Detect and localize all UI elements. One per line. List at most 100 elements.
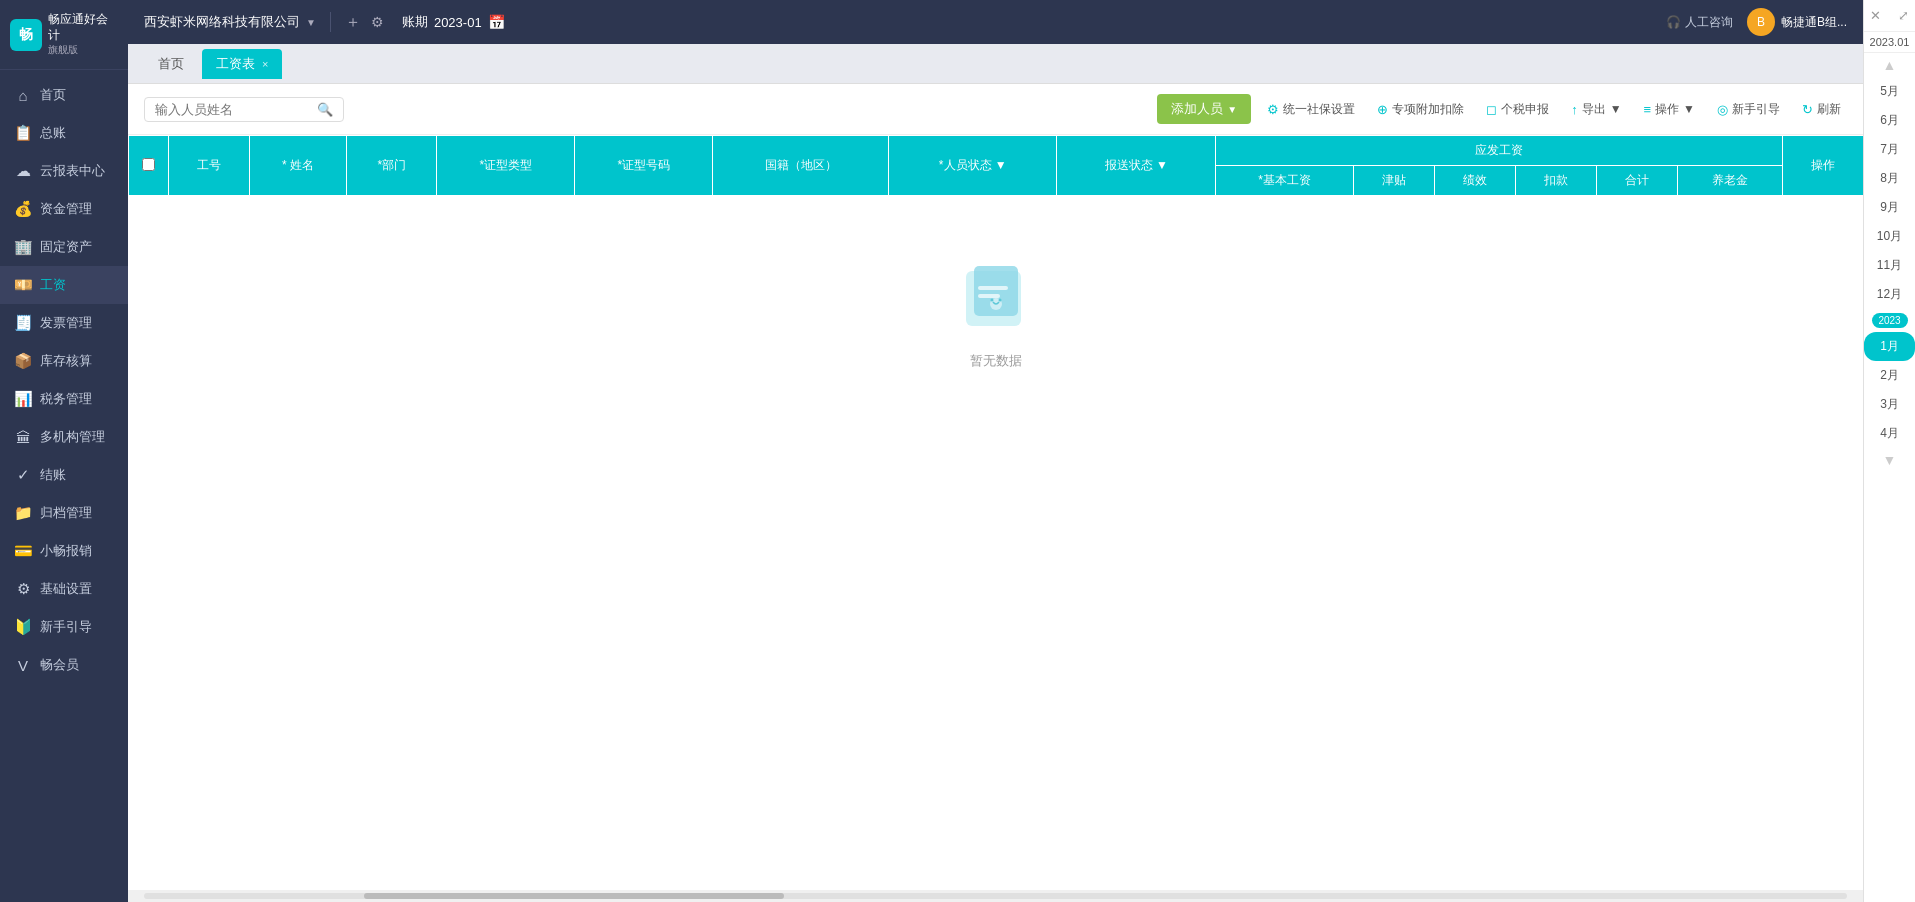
- search-box[interactable]: 🔍: [144, 97, 344, 122]
- month-prev-6[interactable]: 11月: [1864, 251, 1915, 280]
- month-prev-7[interactable]: 12月: [1864, 280, 1915, 309]
- tax-report-label: 个税申报: [1501, 101, 1549, 118]
- search-input[interactable]: [155, 102, 311, 117]
- tax-report-icon: ◻: [1486, 102, 1497, 117]
- sidebar-item-10[interactable]: ✓ 结账: [0, 456, 128, 494]
- topbar: 西安虾米网络科技有限公司 ▼ ＋ ⚙ 账期 2023-01 📅 🎧 人工咨询 B…: [128, 0, 1863, 44]
- month-prev-4[interactable]: 9月: [1864, 193, 1915, 222]
- sidebar-item-1[interactable]: 📋 总账: [0, 114, 128, 152]
- guide-button[interactable]: ◎ 新手引导: [1711, 97, 1786, 122]
- right-panel: ✕ ⤢ 2023.01 ▲ 5月6月7月8月9月10月11月12月20231月2…: [1863, 0, 1915, 902]
- month-prev-3[interactable]: 8月: [1864, 164, 1915, 193]
- sidebar-label-11: 归档管理: [40, 504, 92, 522]
- month-prev-0[interactable]: 5月: [1864, 77, 1915, 106]
- sidebar-icon-11: 📁: [14, 504, 32, 522]
- month-prev-2[interactable]: 7月: [1864, 135, 1915, 164]
- calendar-icon[interactable]: 📅: [488, 14, 505, 30]
- right-panel-header: ✕ ⤢: [1864, 0, 1915, 32]
- main-content: 西安虾米网络科技有限公司 ▼ ＋ ⚙ 账期 2023-01 📅 🎧 人工咨询 B…: [128, 0, 1863, 902]
- guide-label: 新手引导: [1732, 101, 1780, 118]
- scrollbar-track[interactable]: [144, 893, 1847, 899]
- sidebar-item-0[interactable]: ⌂首页: [0, 76, 128, 114]
- sidebar-icon-10: ✓: [14, 466, 32, 484]
- sidebar-item-8[interactable]: 📊税务管理: [0, 380, 128, 418]
- sidebar-label-8: 税务管理: [40, 390, 92, 408]
- month-prev-1[interactable]: 6月: [1864, 106, 1915, 135]
- operation-button[interactable]: ≡ 操作 ▼: [1638, 97, 1701, 122]
- sidebar-label-1: 总账: [40, 124, 66, 142]
- month-nav-down-button[interactable]: ▼: [1864, 448, 1915, 472]
- export-button[interactable]: ↑ 导出 ▼: [1565, 97, 1627, 122]
- empty-state: 暂无数据: [128, 196, 1863, 430]
- special-deduction-button[interactable]: ⊕ 专项附加扣除: [1371, 97, 1470, 122]
- topbar-settings-button[interactable]: ⚙: [371, 14, 384, 30]
- sidebar-label-15: 畅会员: [40, 656, 79, 674]
- sidebar-icon-2: ☁: [14, 162, 32, 180]
- sidebar-item-5[interactable]: 💴工资: [0, 266, 128, 304]
- scrollbar-thumb[interactable]: [364, 893, 784, 899]
- checkbox-header[interactable]: [129, 136, 169, 196]
- th-performance: 绩效: [1435, 166, 1516, 196]
- th-pension: 养老金: [1678, 166, 1783, 196]
- toolbar-right: 添加人员 ▼ ⚙ 统一社保设置 ⊕ 专项附加扣除 ◻ 个税申报 ↑ 导出: [1157, 94, 1847, 124]
- sidebar-item-14[interactable]: 🔰新手引导: [0, 608, 128, 646]
- tab-home[interactable]: 首页: [144, 49, 198, 79]
- th-allowance: 津贴: [1353, 166, 1434, 196]
- table-scrollbar[interactable]: [128, 890, 1863, 902]
- sidebar-item-15[interactable]: V畅会员: [0, 646, 128, 684]
- sidebar-item-13[interactable]: ⚙基础设置: [0, 570, 128, 608]
- sidebar-item-11[interactable]: 📁 归档管理: [0, 494, 128, 532]
- social-security-button[interactable]: ⚙ 统一社保设置: [1261, 97, 1361, 122]
- sidebar-item-4[interactable]: 🏢固定资产: [0, 228, 128, 266]
- th-action: 操作: [1783, 136, 1863, 196]
- export-icon: ↑: [1571, 102, 1578, 117]
- logo-icon: 畅: [10, 19, 42, 51]
- svg-rect-3: [978, 294, 1000, 298]
- month-current-2[interactable]: 3月: [1864, 390, 1915, 419]
- company-selector[interactable]: 西安虾米网络科技有限公司 ▼: [144, 13, 316, 31]
- sidebar-item-6[interactable]: 🧾发票管理: [0, 304, 128, 342]
- person-status-filter-icon: ▼: [995, 158, 1007, 172]
- svg-point-5: [990, 299, 993, 302]
- month-current-1[interactable]: 2月: [1864, 361, 1915, 390]
- support-button[interactable]: 🎧 人工咨询: [1666, 14, 1733, 31]
- topbar-add-button[interactable]: ＋: [345, 12, 361, 33]
- month-current-3[interactable]: 4月: [1864, 419, 1915, 448]
- sidebar: 畅 畅应通好会计 旗舰版 ⌂首页📋总账☁云报表中心💰资金管理🏢固定资产💴工资🧾发…: [0, 0, 128, 902]
- sidebar-item-7[interactable]: 📦库存核算: [0, 342, 128, 380]
- sidebar-label-0: 首页: [40, 86, 66, 104]
- sidebar-item-9[interactable]: 🏛多机构管理: [0, 418, 128, 456]
- content-area: 🔍 添加人员 ▼ ⚙ 统一社保设置 ⊕ 专项附加扣除 ◻ 个税申报: [128, 84, 1863, 902]
- month-nav-up-button[interactable]: ▲: [1864, 53, 1915, 77]
- empty-icon: [956, 256, 1036, 336]
- sidebar-label-10: 结账: [40, 466, 66, 484]
- social-security-label: 统一社保设置: [1283, 101, 1355, 118]
- tab-payroll[interactable]: 工资表 ×: [202, 49, 282, 79]
- select-all-checkbox[interactable]: [142, 158, 155, 171]
- right-panel-expand-button[interactable]: ⤢: [1898, 8, 1909, 23]
- month-current-0[interactable]: 1月: [1864, 332, 1915, 361]
- sidebar-item-12[interactable]: 💳小畅报销: [0, 532, 128, 570]
- add-person-button[interactable]: 添加人员 ▼: [1157, 94, 1251, 124]
- right-panel-close-button[interactable]: ✕: [1870, 8, 1881, 23]
- tax-report-button[interactable]: ◻ 个税申报: [1480, 97, 1555, 122]
- refresh-label: 刷新: [1817, 101, 1841, 118]
- sidebar-item-3[interactable]: 💰资金管理: [0, 190, 128, 228]
- sidebar-label-2: 云报表中心: [40, 162, 105, 180]
- svg-point-6: [998, 299, 1001, 302]
- refresh-button[interactable]: ↻ 刷新: [1796, 97, 1847, 122]
- th-person-status[interactable]: *人员状态 ▼: [889, 136, 1057, 196]
- month-prev-5[interactable]: 10月: [1864, 222, 1915, 251]
- th-submit-status[interactable]: 报送状态 ▼: [1057, 136, 1216, 196]
- svg-rect-2: [978, 286, 1008, 290]
- th-payable-group: 应发工资: [1216, 136, 1783, 166]
- add-person-label: 添加人员: [1171, 100, 1223, 118]
- sidebar-item-2[interactable]: ☁ 云报表中心: [0, 152, 128, 190]
- user-menu[interactable]: B 畅捷通B组...: [1747, 8, 1847, 36]
- tab-payroll-close[interactable]: ×: [262, 58, 268, 70]
- sidebar-label-7: 库存核算: [40, 352, 92, 370]
- topbar-divider-1: [330, 12, 331, 32]
- social-security-icon: ⚙: [1267, 102, 1279, 117]
- table-container: 工号 * 姓名 *部门 *证型类型 *证型号码 国籍（地区） *人员状态 ▼ 报…: [128, 135, 1863, 890]
- sidebar-icon-1: 📋: [14, 124, 32, 142]
